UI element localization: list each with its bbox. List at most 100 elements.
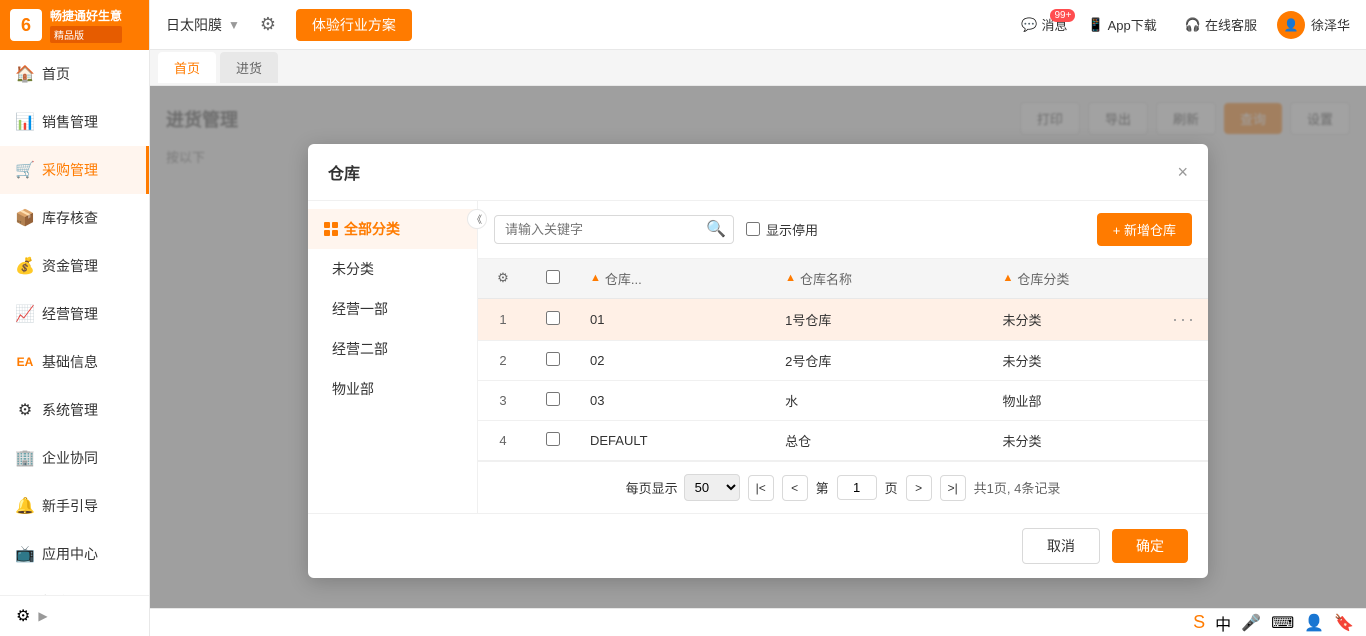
sidebar-item-system[interactable]: ⚙ 系统管理 bbox=[0, 386, 149, 434]
modal-title: 仓库 bbox=[328, 160, 360, 184]
sidebar-item-apps[interactable]: 📺 应用中心 bbox=[0, 530, 149, 578]
category-item-dept2[interactable]: 经营二部 bbox=[308, 329, 477, 369]
sidebar-item-sales[interactable]: 📊 销售管理 bbox=[0, 98, 149, 146]
category-item-dept1[interactable]: 经营一部 bbox=[308, 289, 477, 329]
total-info: 共1页, 4条记录 bbox=[974, 478, 1061, 497]
page-unit: 页 bbox=[885, 478, 898, 497]
last-page-button[interactable]: >| bbox=[940, 475, 966, 501]
table-row[interactable]: 1 01 1号仓库 未分类 ··· bbox=[478, 298, 1208, 341]
row-num: 2 bbox=[478, 341, 528, 381]
show-disabled-wrap: 显示停用 bbox=[746, 220, 818, 239]
chevron-down-icon: ▼ bbox=[228, 18, 240, 32]
sidebar-item-label: 应用中心 bbox=[42, 544, 98, 564]
content-area: 进货管理 打印 导出 刷新 查询 设置 按以下 仓库 × bbox=[150, 86, 1366, 636]
row-name: 1号仓库 bbox=[773, 298, 990, 341]
sales-icon: 📊 bbox=[16, 113, 34, 131]
sidebar: 6 畅捷通好生意 精品版 🏠 首页 📊 销售管理 🛒 采购管理 📦 库存核查 💰… bbox=[0, 0, 150, 636]
grid-icon bbox=[324, 222, 338, 236]
first-page-button[interactable]: |< bbox=[748, 475, 774, 501]
app-download-button[interactable]: 📱 App下载 bbox=[1079, 15, 1164, 34]
category-all[interactable]: 全部分类 bbox=[308, 209, 477, 249]
collapse-category-button[interactable]: 《 bbox=[467, 209, 487, 229]
guide-icon: 🔔 bbox=[16, 497, 34, 515]
sidebar-item-home[interactable]: 🏠 首页 bbox=[0, 50, 149, 98]
table-area: 🔍 显示停用 + 新增仓库 bbox=[478, 201, 1208, 514]
sidebar-item-basic[interactable]: EA 基础信息 bbox=[0, 338, 149, 386]
per-page-select[interactable]: 50 100 bbox=[684, 474, 740, 501]
sidebar-item-business[interactable]: 📈 经营管理 bbox=[0, 290, 149, 338]
table-row[interactable]: 3 03 水 物业部 bbox=[478, 381, 1208, 421]
row-name: 2号仓库 bbox=[773, 341, 990, 381]
sidebar-bottom[interactable]: ⚙ ▶ bbox=[0, 595, 149, 636]
user-menu[interactable]: 👤 徐泽华 bbox=[1277, 11, 1350, 39]
row-code: 02 bbox=[578, 341, 773, 381]
sidebar-item-inventory[interactable]: 📦 库存核查 bbox=[0, 194, 149, 242]
data-table: ⚙ ▲ 仓库... bbox=[478, 259, 1208, 462]
finance-icon: 💰 bbox=[16, 257, 34, 275]
row-category: 物业部 bbox=[991, 381, 1208, 421]
add-warehouse-button[interactable]: + 新增仓库 bbox=[1097, 213, 1192, 246]
keyboard-icon: ⌨ bbox=[1271, 613, 1294, 633]
sidebar-logo: 6 畅捷通好生意 精品版 bbox=[0, 0, 149, 50]
prev-page-button[interactable]: < bbox=[782, 475, 808, 501]
enterprise-icon: 🏢 bbox=[16, 449, 34, 467]
col-category: ▲ 仓库分类 bbox=[991, 259, 1208, 299]
tab-home[interactable]: 首页 bbox=[158, 52, 216, 83]
headset-icon: 🎧 bbox=[1185, 17, 1201, 33]
tab-bar: 首页 进货 bbox=[150, 50, 1366, 86]
row-checkbox[interactable] bbox=[546, 432, 560, 446]
page-label: 第 bbox=[816, 478, 829, 497]
row-code: 03 bbox=[578, 381, 773, 421]
close-button[interactable]: × bbox=[1177, 163, 1188, 181]
s-icon: S bbox=[1193, 612, 1205, 633]
store-selector[interactable]: 日太阳膜 ▼ bbox=[166, 15, 240, 35]
bookmark-icon: 🔖 bbox=[1334, 613, 1354, 633]
table-row[interactable]: 4 DEFAULT 总仓 未分类 bbox=[478, 421, 1208, 461]
cancel-button[interactable]: 取消 bbox=[1022, 528, 1100, 564]
basic-icon: EA bbox=[16, 353, 34, 371]
search-input[interactable] bbox=[494, 215, 734, 244]
search-icon[interactable]: 🔍 bbox=[706, 219, 726, 239]
category-item-none[interactable]: 未分类 bbox=[308, 249, 477, 289]
search-wrap: 🔍 bbox=[494, 215, 734, 244]
pagination: 每页显示 50 100 |< < 第 页 > bbox=[478, 461, 1208, 513]
notice-icon: 💬 bbox=[1021, 17, 1037, 33]
sidebar-item-member[interactable]: V 畅会员 bbox=[0, 578, 149, 595]
sidebar-item-purchase[interactable]: 🛒 采购管理 bbox=[0, 146, 149, 194]
trial-industry-button[interactable]: 体验行业方案 bbox=[296, 9, 412, 41]
header: 日太阳膜 ▼ ⚙ 体验行业方案 💬 消息 99+ 📱 App下载 🎧 在线客服 … bbox=[150, 0, 1366, 50]
sidebar-item-label: 采购管理 bbox=[42, 160, 98, 180]
online-service-button[interactable]: 🎧 在线客服 bbox=[1177, 15, 1265, 34]
settings-button[interactable]: ⚙ bbox=[252, 9, 284, 41]
sidebar-nav: 🏠 首页 📊 销售管理 🛒 采购管理 📦 库存核查 💰 资金管理 📈 经营管理 … bbox=[0, 50, 149, 595]
modal-overlay: 仓库 × 《 全部分类 未分类 经 bbox=[150, 86, 1366, 636]
row-name: 水 bbox=[773, 381, 990, 421]
tab-purchase[interactable]: 进货 bbox=[220, 52, 278, 83]
table-row[interactable]: 2 02 2号仓库 未分类 bbox=[478, 341, 1208, 381]
select-all-checkbox[interactable] bbox=[546, 270, 560, 284]
page-input[interactable] bbox=[837, 475, 877, 500]
sidebar-item-label: 资金管理 bbox=[42, 256, 98, 276]
modal-body: 《 全部分类 未分类 经营一部 经营二部 物业部 bbox=[308, 201, 1208, 514]
lang-icon: 中 bbox=[1215, 611, 1231, 635]
row-checkbox[interactable] bbox=[546, 311, 560, 325]
show-disabled-checkbox[interactable] bbox=[746, 222, 760, 236]
sidebar-item-guide[interactable]: 🔔 新手引导 bbox=[0, 482, 149, 530]
category-item-property[interactable]: 物业部 bbox=[308, 369, 477, 409]
settings-icon: ⚙ bbox=[16, 606, 30, 626]
row-category: 未分类 bbox=[991, 341, 1208, 381]
sidebar-item-finance[interactable]: 💰 资金管理 bbox=[0, 242, 149, 290]
row-actions-btn[interactable]: ··· bbox=[1172, 309, 1196, 330]
notice-button[interactable]: 💬 消息 99+ bbox=[1021, 15, 1067, 34]
sort-icon: ▲ bbox=[590, 272, 601, 284]
row-checkbox[interactable] bbox=[546, 392, 560, 406]
sidebar-item-enterprise[interactable]: 🏢 企业协同 bbox=[0, 434, 149, 482]
page-size-wrap: 每页显示 50 100 bbox=[626, 474, 740, 501]
sidebar-collapse-arrow: ▶ bbox=[38, 609, 47, 623]
per-page-label: 每页显示 bbox=[626, 478, 678, 497]
next-page-button[interactable]: > bbox=[906, 475, 932, 501]
confirm-button[interactable]: 确定 bbox=[1112, 529, 1188, 563]
row-name: 总仓 bbox=[773, 421, 990, 461]
show-disabled-label: 显示停用 bbox=[766, 220, 818, 239]
row-checkbox[interactable] bbox=[546, 352, 560, 366]
